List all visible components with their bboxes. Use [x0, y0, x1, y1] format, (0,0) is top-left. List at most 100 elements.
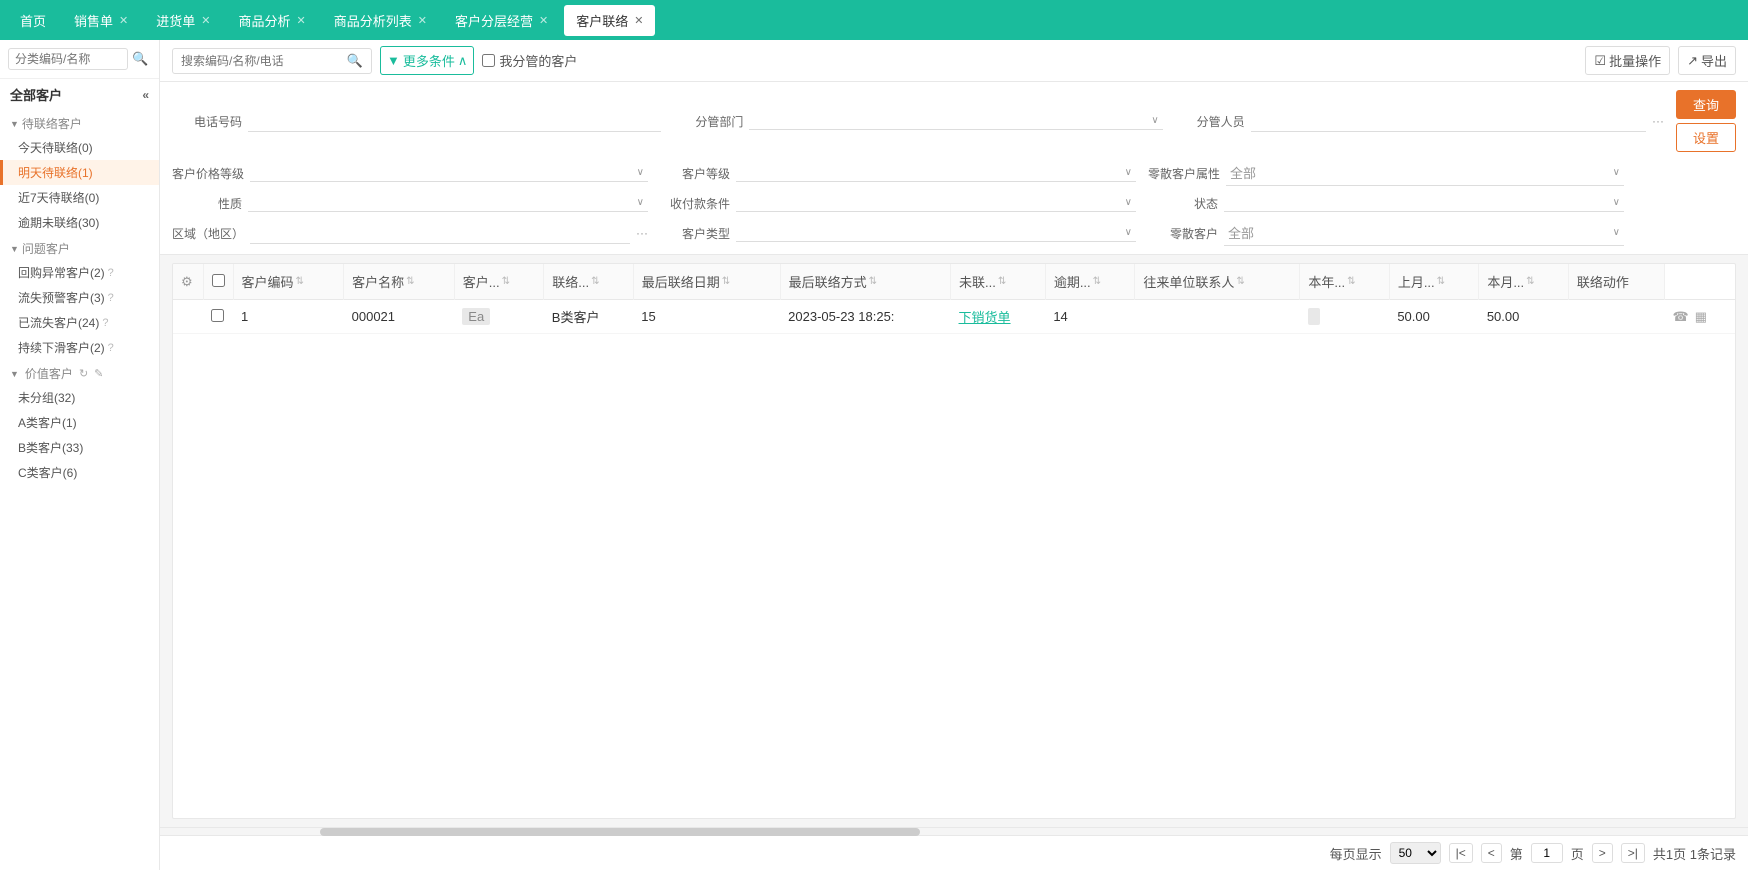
- close-icon[interactable]: ✕: [634, 14, 643, 27]
- col-type[interactable]: 客户...⇅: [454, 264, 544, 300]
- export-btn[interactable]: ↗ 导出: [1678, 46, 1736, 75]
- sidebar-item-overdue-contact[interactable]: 逾期未联络(30): [0, 210, 159, 235]
- payment-select[interactable]: ∨: [736, 194, 1136, 212]
- close-icon[interactable]: ✕: [418, 14, 427, 27]
- sidebar-group-value[interactable]: 价值客户 ↻ ✎: [0, 360, 159, 385]
- grid-icon[interactable]: ▦: [1695, 309, 1707, 325]
- more-icon[interactable]: ···: [636, 226, 648, 240]
- refresh-icon[interactable]: ↻: [79, 367, 88, 380]
- sidebar-group-problem[interactable]: 问题客户: [0, 235, 159, 260]
- nature-select[interactable]: ∨: [248, 194, 648, 212]
- select-all-checkbox[interactable]: [212, 274, 225, 287]
- chevron-down-icon: ∨: [1151, 115, 1158, 126]
- sidebar-item-declining[interactable]: 持续下滑客户(2) ?: [0, 335, 159, 360]
- help-icon: ?: [108, 292, 114, 304]
- close-icon[interactable]: ✕: [201, 14, 210, 27]
- sidebar-item-tomorrow-contact[interactable]: 明天待联络(1): [0, 160, 159, 185]
- sidebar-item-week-contact[interactable]: 近7天待联络(0): [0, 185, 159, 210]
- dept-select[interactable]: ∨: [749, 112, 1162, 130]
- filter-row-3: 性质 ∨ 收付款条件 ∨ 状态: [172, 194, 1736, 212]
- nav-product-analysis[interactable]: 商品分析 ✕: [226, 5, 317, 36]
- search-box[interactable]: 🔍: [172, 48, 372, 74]
- sort-icon: ⇅: [1526, 276, 1534, 287]
- sidebar-item-abnormal-purchase[interactable]: 回购异常客户(2) ?: [0, 260, 159, 285]
- retail-select[interactable]: 全部 ∨: [1224, 220, 1624, 246]
- row-this-year: 50.00: [1389, 300, 1479, 334]
- gear-icon[interactable]: ⚙: [181, 274, 193, 289]
- nav-purchase[interactable]: 进货单 ✕: [144, 5, 222, 36]
- col-contacts[interactable]: 联络...⇅: [544, 264, 634, 300]
- col-this-month[interactable]: 本月...⇅: [1479, 264, 1569, 300]
- filter-actions: 查询 设置: [1676, 90, 1736, 152]
- sort-icon: ⇅: [1437, 276, 1445, 287]
- nav-home[interactable]: 首页: [8, 5, 58, 36]
- col-this-year[interactable]: 本年...⇅: [1300, 264, 1390, 300]
- prev-page-btn[interactable]: <: [1481, 843, 1502, 863]
- sidebar-item-churn-warning[interactable]: 流失预警客户(3) ?: [0, 285, 159, 310]
- row-checkbox[interactable]: [203, 300, 233, 334]
- sort-icon: ⇅: [591, 276, 599, 287]
- query-button[interactable]: 查询: [1676, 90, 1736, 119]
- customer-type-select[interactable]: ∨: [736, 224, 1136, 242]
- page-input[interactable]: [1531, 843, 1563, 863]
- customer-table: ⚙ 客户编码⇅ 客户名称⇅ 客户...⇅: [173, 264, 1735, 334]
- more-icon[interactable]: ···: [1652, 114, 1664, 128]
- price-level-select[interactable]: ∨: [250, 164, 648, 182]
- my-customers-check-input[interactable]: [482, 54, 495, 67]
- sidebar-item-today-contact[interactable]: 今天待联络(0): [0, 135, 159, 160]
- search-icon[interactable]: 🔍: [132, 51, 148, 67]
- col-contact-person[interactable]: 往来单位联系人⇅: [1135, 264, 1300, 300]
- row-last-method[interactable]: 下销货单: [951, 300, 1046, 334]
- close-icon[interactable]: ✕: [539, 14, 548, 27]
- col-name[interactable]: 客户名称⇅: [344, 264, 455, 300]
- close-icon[interactable]: ✕: [119, 14, 128, 27]
- row-checkbox-input[interactable]: [211, 309, 224, 322]
- next-page-btn[interactable]: >: [1592, 843, 1613, 863]
- page-unit: 页: [1571, 844, 1584, 863]
- phone-input[interactable]: [248, 111, 661, 132]
- sidebar-all-customers[interactable]: 全部客户 «: [0, 79, 159, 110]
- collapse-icon: «: [142, 88, 149, 102]
- scrollbar-thumb[interactable]: [320, 828, 920, 836]
- col-last-method[interactable]: 最后联络方式⇅: [780, 264, 950, 300]
- sidebar-item-class-c[interactable]: C类客户(6): [0, 460, 159, 485]
- search-input[interactable]: [181, 54, 343, 68]
- col-gear[interactable]: ⚙: [173, 264, 203, 300]
- manager-input[interactable]: [1251, 111, 1646, 132]
- edit-icon[interactable]: ✎: [94, 367, 103, 380]
- customer-level-select[interactable]: ∨: [736, 164, 1136, 182]
- sidebar: 🔍 全部客户 « 待联络客户 今天待联络(0) 明天待联络(1) 近7天待联络(…: [0, 40, 160, 870]
- filter-more-btn[interactable]: ▼ 更多条件 ∧: [380, 46, 474, 75]
- status-select[interactable]: ∨: [1224, 194, 1624, 212]
- chevron-up-icon: ∧: [458, 53, 468, 69]
- col-code[interactable]: 客户编码⇅: [233, 264, 344, 300]
- settings-button[interactable]: 设置: [1676, 123, 1736, 152]
- col-last-date[interactable]: 最后联络日期⇅: [633, 264, 780, 300]
- sidebar-item-class-a[interactable]: A类客户(1): [0, 410, 159, 435]
- per-page-select[interactable]: 50 100 200: [1390, 842, 1441, 864]
- filter-field-customer-level: 客户等级 ∨: [660, 164, 1136, 182]
- my-customers-checkbox[interactable]: 我分管的客户: [482, 51, 577, 70]
- last-page-btn[interactable]: >|: [1621, 843, 1645, 863]
- nav-product-analysis-list[interactable]: 商品分析列表 ✕: [322, 5, 439, 36]
- sidebar-item-churned[interactable]: 已流失客户(24) ?: [0, 310, 159, 335]
- region-input[interactable]: [250, 223, 630, 244]
- sidebar-group-pending[interactable]: 待联络客户: [0, 110, 159, 135]
- nav-customer-contact[interactable]: 客户联络 ✕: [564, 5, 655, 36]
- horizontal-scrollbar[interactable]: [160, 827, 1748, 835]
- first-page-btn[interactable]: |<: [1449, 843, 1473, 863]
- sidebar-item-class-b[interactable]: B类客户(33): [0, 435, 159, 460]
- phone-icon[interactable]: ☎: [1672, 309, 1688, 325]
- nav-sales[interactable]: 销售单 ✕: [62, 5, 140, 36]
- retail-attr-select[interactable]: 全部 ∨: [1226, 160, 1624, 186]
- nav-customer-segment[interactable]: 客户分层经营 ✕: [443, 5, 560, 36]
- col-last-month[interactable]: 上月...⇅: [1389, 264, 1479, 300]
- col-no-contact[interactable]: 未联...⇅: [951, 264, 1046, 300]
- search-icon[interactable]: 🔍: [347, 53, 363, 69]
- bulk-ops-btn[interactable]: ☑ 批量操作: [1585, 46, 1670, 75]
- sort-icon: ⇅: [502, 276, 510, 287]
- col-overdue[interactable]: 逾期...⇅: [1045, 264, 1135, 300]
- sidebar-item-ungrouped[interactable]: 未分组(32): [0, 385, 159, 410]
- close-icon[interactable]: ✕: [297, 14, 306, 27]
- sidebar-search-input[interactable]: [8, 48, 128, 70]
